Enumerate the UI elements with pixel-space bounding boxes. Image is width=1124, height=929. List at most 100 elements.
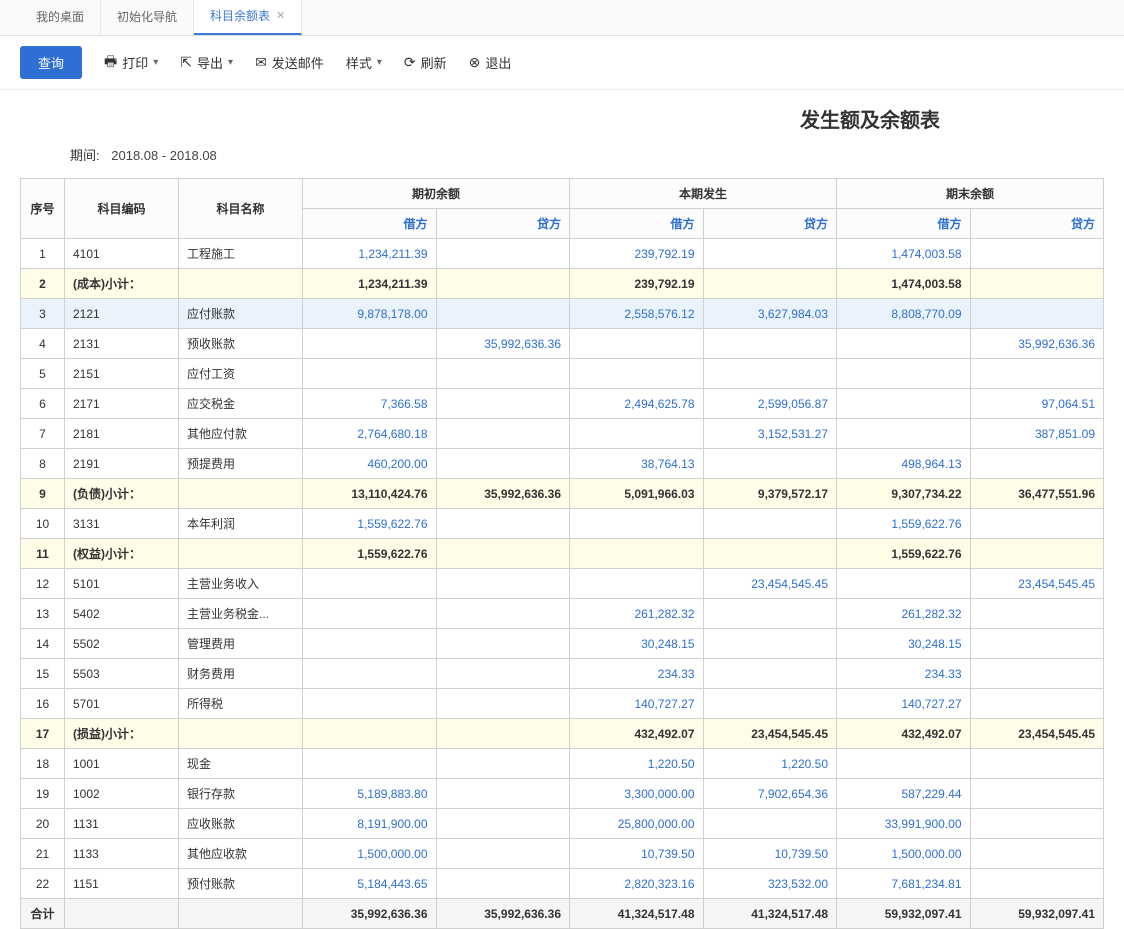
style-button[interactable]: 样式 ▾ [346,53,382,72]
table-row[interactable]: 32121应付账款9,878,178.002,558,576.123,627,9… [21,299,1104,329]
th-end-debit[interactable]: 借方 [837,209,971,239]
cell-cur-debit: 30,248.15 [570,629,704,659]
cell-seq: 17 [21,719,65,749]
cell-code: 2151 [65,359,179,389]
cell-begin-debit [303,659,437,689]
export-button[interactable]: ⇱ 导出 ▾ [180,53,233,72]
th-begin-debit[interactable]: 借方 [303,209,437,239]
cell-name: 其他应付款 [179,419,303,449]
cell-seq: 8 [21,449,65,479]
th-end[interactable]: 期末余额 [837,179,1104,209]
cell-code: 1133 [65,839,179,869]
table-row[interactable]: 17(损益)小计：432,492.0723,454,545.45432,492.… [21,719,1104,749]
cell-begin-debit: 1,234,211.39 [303,269,437,299]
table-row[interactable]: 201131应收账款8,191,900.0025,800,000.0033,99… [21,809,1104,839]
tab-init-nav[interactable]: 初始化导航 [101,0,194,35]
cell-begin-credit [436,509,570,539]
table-row[interactable]: 165701所得税140,727.27140,727.27 [21,689,1104,719]
th-cur-debit[interactable]: 借方 [570,209,704,239]
cell-seq: 10 [21,509,65,539]
cell-end-credit: 387,851.09 [970,419,1104,449]
print-button[interactable]: 🖶 打印 ▾ [104,51,158,75]
table-row[interactable]: 103131本年利润1,559,622.761,559,622.76 [21,509,1104,539]
cell-cur-credit [703,659,837,689]
cell-cur-credit [703,599,837,629]
cell-cur-credit: 9,379,572.17 [703,479,837,509]
th-code[interactable]: 科目编码 [65,179,179,239]
table-row[interactable]: 42131预收账款35,992,636.3635,992,636.36 [21,329,1104,359]
cell-code: 5402 [65,599,179,629]
table-row[interactable]: 82191预提费用460,200.0038,764.13498,964.13 [21,449,1104,479]
th-current[interactable]: 本期发生 [570,179,837,209]
cell-end-debit: 1,474,003.58 [837,239,971,269]
cell-cur-debit: 5,091,966.03 [570,479,704,509]
table-row[interactable]: 155503财务费用234.33234.33 [21,659,1104,689]
cell-end-credit [970,509,1104,539]
table-row[interactable]: 52151应付工资 [21,359,1104,389]
cell-code: (成本)小计： [65,269,179,299]
cell-begin-credit [436,719,570,749]
cell-begin-debit: 2,764,680.18 [303,419,437,449]
table-row[interactable]: 221151预付账款5,184,443.652,820,323.16323,53… [21,869,1104,899]
cell-begin-credit [436,689,570,719]
table-row[interactable]: 2(成本)小计：1,234,211.39239,792.191,474,003.… [21,269,1104,299]
cell-cur-credit [703,809,837,839]
cell-seq: 15 [21,659,65,689]
table-row[interactable]: 145502管理费用30,248.1530,248.15 [21,629,1104,659]
th-begin-credit[interactable]: 贷方 [436,209,570,239]
tab-label: 我的桌面 [36,0,84,35]
cell-end-debit: 261,282.32 [837,599,971,629]
exit-button[interactable]: ⊗ 退出 [469,53,512,72]
total-bc: 35,992,636.36 [436,899,570,929]
table-row[interactable]: 191002银行存款5,189,883.803,300,000.007,902,… [21,779,1104,809]
table-row[interactable]: 11(权益)小计：1,559,622.761,559,622.76 [21,539,1104,569]
cell-seq: 22 [21,869,65,899]
cell-cur-debit: 25,800,000.00 [570,809,704,839]
cell-begin-debit: 1,500,000.00 [303,839,437,869]
close-icon[interactable]: ✕ [276,0,285,34]
cell-seq: 1 [21,239,65,269]
table-row[interactable]: 9(负债)小计：13,110,424.7635,992,636.365,091,… [21,479,1104,509]
cell-cur-credit [703,359,837,389]
total-label: 合计 [21,899,65,929]
total-cc: 41,324,517.48 [703,899,837,929]
cell-begin-credit [436,569,570,599]
table-row[interactable]: 62171应交税金7,366.582,494,625.782,599,056.8… [21,389,1104,419]
cell-begin-credit [436,269,570,299]
th-name[interactable]: 科目名称 [179,179,303,239]
cell-begin-debit [303,329,437,359]
cell-cur-debit [570,569,704,599]
table-row[interactable]: 125101主营业务收入23,454,545.4523,454,545.45 [21,569,1104,599]
cell-end-debit [837,389,971,419]
mail-button[interactable]: ✉ 发送邮件 [255,53,324,72]
export-icon: ⇱ [180,54,192,71]
table-row[interactable]: 72181其他应付款2,764,680.183,152,531.27387,85… [21,419,1104,449]
th-cur-credit[interactable]: 贷方 [703,209,837,239]
th-seq[interactable]: 序号 [21,179,65,239]
th-begin[interactable]: 期初余额 [303,179,570,209]
cell-cur-credit: 2,599,056.87 [703,389,837,419]
refresh-button[interactable]: ⟳ 刷新 [404,53,447,72]
cell-name: 工程施工 [179,239,303,269]
cell-code: (负债)小计： [65,479,179,509]
tab-balance-sheet[interactable]: 科目余额表 ✕ [194,0,302,35]
table-row[interactable]: 181001现金1,220.501,220.50 [21,749,1104,779]
table-row[interactable]: 211133其他应收款1,500,000.0010,739.5010,739.5… [21,839,1104,869]
cell-begin-debit [303,719,437,749]
th-end-credit[interactable]: 贷方 [970,209,1104,239]
cell-name: 银行存款 [179,779,303,809]
table-row[interactable]: 135402主营业务税金...261,282.32261,282.32 [21,599,1104,629]
query-button[interactable]: 查询 [20,46,82,79]
cell-end-credit: 23,454,545.45 [970,719,1104,749]
report-title: 发生额及余额表 [720,90,1020,139]
cell-begin-credit [436,839,570,869]
cell-name: 应付账款 [179,299,303,329]
cell-end-debit: 587,229.44 [837,779,971,809]
cell-cur-debit: 261,282.32 [570,599,704,629]
cell-seq: 12 [21,569,65,599]
cell-name: 管理费用 [179,629,303,659]
cell-begin-credit: 35,992,636.36 [436,479,570,509]
tab-desktop[interactable]: 我的桌面 [20,0,101,35]
table-row[interactable]: 14101工程施工1,234,211.39239,792.191,474,003… [21,239,1104,269]
cell-cur-credit: 1,220.50 [703,749,837,779]
